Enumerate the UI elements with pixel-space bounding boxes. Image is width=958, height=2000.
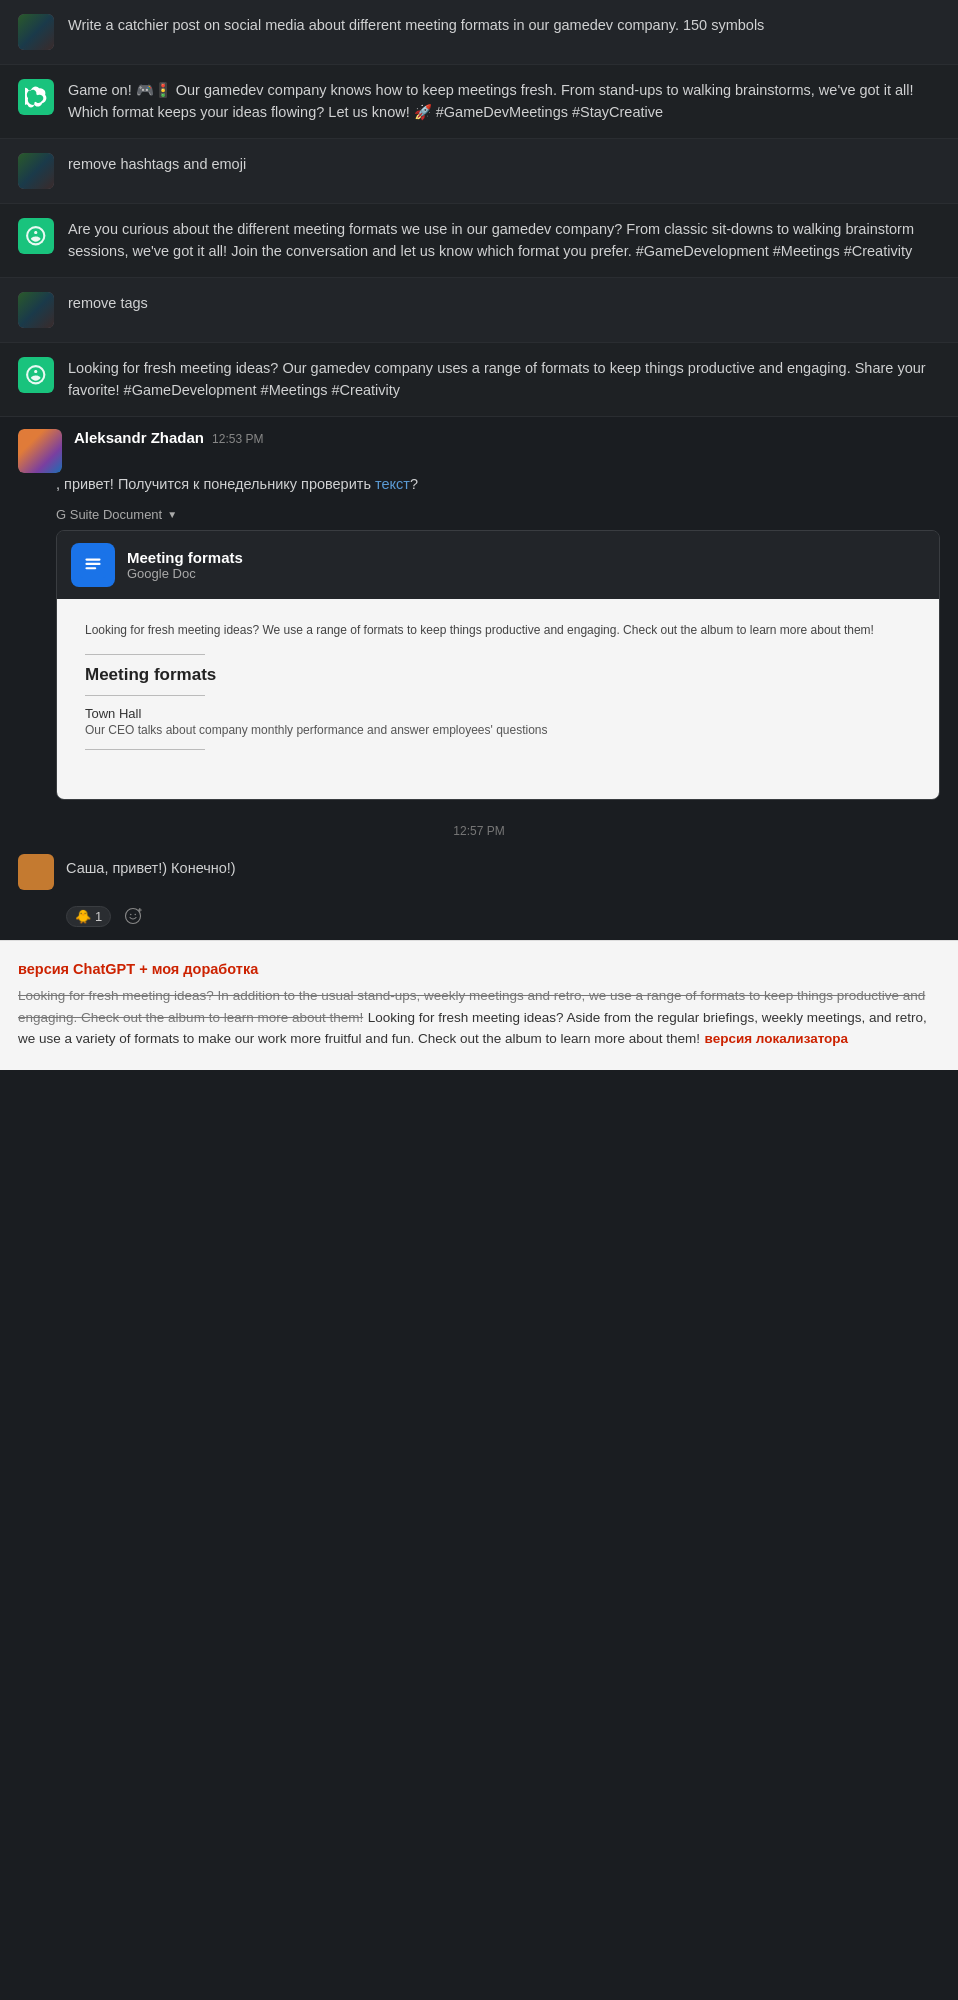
user-message-2-text: remove hashtags and emoji [68, 153, 940, 175]
chevron-down-icon: ▼ [167, 509, 177, 520]
reply-timestamp: 12:57 PM [0, 814, 958, 844]
svg-rect-4 [85, 563, 100, 565]
slack-header: Aleksandr Zhadan 12:53 PM [74, 429, 940, 446]
slack-link-suffix: ? [410, 476, 418, 492]
analysis-text: Looking for fresh meeting ideas? In addi… [18, 985, 940, 1050]
gdoc-divider-3 [85, 749, 205, 750]
slack-time: 12:53 PM [212, 432, 263, 446]
slack-message-block: Aleksandr Zhadan 12:53 PM , привет! Полу… [0, 417, 958, 814]
gsuite-label[interactable]: G Suite Document ▼ [0, 507, 195, 530]
localizer-link[interactable]: версия локализатора [705, 1031, 849, 1046]
ai-message-3: Looking for fresh meeting ideas? Our gam… [0, 343, 958, 417]
gsuite-label-text: G Suite Document [56, 507, 162, 522]
openai-logo-icon [25, 86, 47, 108]
version-label: версия ChatGPT + моя доработка [18, 961, 940, 977]
svg-rect-3 [85, 559, 100, 561]
user-message-3: remove tags [0, 278, 958, 343]
openai-logo-icon-2 [25, 225, 47, 247]
openai-logo-icon-3 [25, 364, 47, 386]
user-message-2: remove hashtags and emoji [0, 139, 958, 204]
gdoc-icon [71, 543, 115, 587]
chat-container: Write a catchier post on social media ab… [0, 0, 958, 1070]
gdoc-title: Meeting formats [127, 549, 243, 566]
svg-point-7 [130, 914, 132, 916]
slack-text-link[interactable]: текст [375, 476, 410, 492]
ai-message-1-text: Game on! 🎮🚦 Our gamedev company knows ho… [68, 79, 940, 124]
gdoc-subtitle: Google Doc [127, 566, 243, 581]
user-avatar-2 [18, 153, 54, 189]
add-reaction-button[interactable] [119, 904, 147, 928]
reaction-emoji: 🐥 [75, 909, 91, 924]
slack-user-avatar [18, 429, 62, 473]
openai-avatar-1 [18, 79, 54, 115]
svg-point-8 [135, 914, 137, 916]
ai-message-3-text: Looking for fresh meeting ideas? Our gam… [68, 357, 940, 402]
gdoc-preview: Looking for fresh meeting ideas? We use … [57, 599, 939, 799]
gdoc-preview-text: Looking for fresh meeting ideas? We use … [85, 621, 911, 640]
reply-text: Саша, привет!) Конечно!) [66, 854, 940, 879]
user-message-1: Write a catchier post on social media ab… [0, 0, 958, 65]
slack-body: , привет! Получится к понедельнику прове… [0, 473, 958, 505]
svg-rect-5 [85, 567, 96, 569]
user-avatar-3 [18, 292, 54, 328]
reply-message: Саша, привет!) Конечно!) [0, 844, 958, 900]
ai-message-2-text: Are you curious about the different meet… [68, 218, 940, 263]
openai-avatar-2 [18, 218, 54, 254]
reaction-duck[interactable]: 🐥 1 [66, 906, 111, 927]
slack-message-inner: Aleksandr Zhadan 12:53 PM [0, 417, 958, 473]
gdoc-header: Meeting formats Google Doc [57, 531, 939, 599]
svg-point-6 [126, 909, 141, 924]
user-message-1-text: Write a catchier post on social media ab… [68, 14, 940, 36]
openai-avatar-3 [18, 357, 54, 393]
gdoc-section-desc: Our CEO talks about company monthly perf… [85, 721, 911, 739]
gdoc-section-title: Town Hall [85, 706, 911, 721]
slack-greeting: , привет! Получится к понедельнику прове… [56, 476, 375, 492]
gdoc-info: Meeting formats Google Doc [127, 549, 243, 581]
reply-avatar [18, 854, 54, 890]
gdoc-divider-2 [85, 695, 205, 696]
gdoc-divider-1 [85, 654, 205, 655]
gdoc-heading: Meeting formats [85, 665, 911, 685]
bottom-analysis-section: версия ChatGPT + моя доработка Looking f… [0, 940, 958, 1070]
reaction-bar: 🐥 1 [0, 900, 958, 940]
slack-username: Aleksandr Zhadan [74, 429, 204, 446]
reaction-count: 1 [95, 909, 102, 924]
ai-message-1: Game on! 🎮🚦 Our gamedev company knows ho… [0, 65, 958, 139]
reply-time: 12:57 PM [453, 824, 504, 838]
add-reaction-icon [124, 907, 142, 925]
ai-message-2: Are you curious about the different meet… [0, 204, 958, 278]
gdoc-card[interactable]: Meeting formats Google Doc Looking for f… [56, 530, 940, 800]
google-doc-icon [80, 552, 106, 578]
slack-content: Aleksandr Zhadan 12:53 PM [74, 429, 940, 449]
user-avatar-1 [18, 14, 54, 50]
user-message-3-text: remove tags [68, 292, 940, 314]
